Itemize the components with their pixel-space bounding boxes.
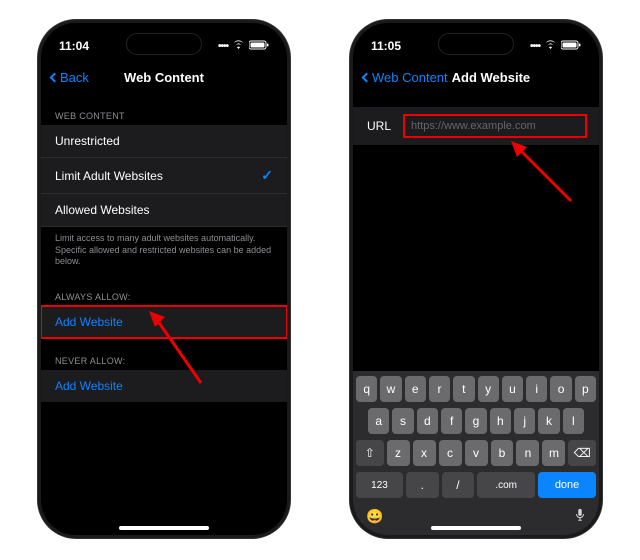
checkmark-icon: ✓ [261, 167, 273, 184]
key-b[interactable]: b [491, 440, 514, 466]
key-h[interactable]: h [490, 408, 511, 434]
status-time: 11:05 [371, 39, 401, 53]
section-header-never: NEVER ALLOW: [41, 338, 287, 370]
key-done[interactable]: done [538, 472, 596, 498]
key-n[interactable]: n [516, 440, 539, 466]
home-indicator[interactable] [431, 526, 521, 530]
status-time: 11:04 [59, 39, 89, 53]
url-label: URL [367, 119, 391, 133]
nav-bar: Web Content Add Website [353, 61, 599, 93]
home-indicator[interactable] [119, 526, 209, 530]
key-q[interactable]: q [356, 376, 377, 402]
keyboard-row-3: ⇧ z x c v b n m ⌫ [356, 440, 596, 466]
option-limit-adult[interactable]: Limit Adult Websites ✓ [41, 158, 287, 194]
key-numbers[interactable]: 123 [356, 472, 403, 498]
section-header-always: ALWAYS ALLOW: [41, 274, 287, 306]
key-u[interactable]: u [502, 376, 523, 402]
signal-icon: •••• [218, 41, 228, 52]
annotation-arrow [503, 133, 583, 213]
key-slash[interactable]: / [442, 472, 475, 498]
key-y[interactable]: y [478, 376, 499, 402]
dictation-button[interactable] [574, 508, 586, 527]
key-a[interactable]: a [368, 408, 389, 434]
add-website-always[interactable]: Add Website [41, 306, 287, 338]
page-title: Web Content [124, 70, 204, 85]
wifi-icon [232, 40, 245, 53]
key-backspace[interactable]: ⌫ [568, 440, 596, 466]
key-l[interactable]: l [563, 408, 584, 434]
key-v[interactable]: v [465, 440, 488, 466]
dynamic-island [126, 33, 202, 55]
key-i[interactable]: i [526, 376, 547, 402]
key-p[interactable]: p [575, 376, 596, 402]
option-unrestricted[interactable]: Unrestricted [41, 125, 287, 158]
key-c[interactable]: c [439, 440, 462, 466]
key-dotcom[interactable]: .com [477, 472, 535, 498]
content: URL [353, 107, 599, 145]
key-m[interactable]: m [542, 440, 565, 466]
url-row: URL [353, 107, 599, 145]
signal-icon: •••• [530, 41, 540, 52]
dynamic-island [438, 33, 514, 55]
key-w[interactable]: w [380, 376, 401, 402]
key-period[interactable]: . [406, 472, 439, 498]
content: WEB CONTENT Unrestricted Limit Adult Web… [41, 93, 287, 402]
add-website-never[interactable]: Add Website [41, 370, 287, 402]
key-t[interactable]: t [453, 376, 474, 402]
option-allowed-only[interactable]: Allowed Websites [41, 194, 287, 227]
emoji-button[interactable]: 😀 [366, 508, 383, 527]
back-label: Web Content [372, 70, 448, 85]
back-button[interactable]: Web Content [363, 70, 448, 85]
status-indicators: •••• [218, 40, 269, 53]
page-title: Add Website [452, 70, 531, 85]
keyboard-bottom: 😀 [356, 504, 596, 527]
key-z[interactable]: z [387, 440, 410, 466]
key-j[interactable]: j [514, 408, 535, 434]
keyboard-row-1: q w e r t y u i o p [356, 376, 596, 402]
key-shift[interactable]: ⇧ [356, 440, 384, 466]
key-g[interactable]: g [465, 408, 486, 434]
battery-icon [561, 40, 581, 53]
key-o[interactable]: o [550, 376, 571, 402]
key-k[interactable]: k [538, 408, 559, 434]
key-x[interactable]: x [413, 440, 436, 466]
key-e[interactable]: e [405, 376, 426, 402]
section-header-webcontent: WEB CONTENT [41, 93, 287, 125]
chevron-left-icon [50, 72, 60, 82]
key-s[interactable]: s [392, 408, 413, 434]
keyboard: q w e r t y u i o p a s d f g h j k l ⇧ … [353, 371, 599, 535]
url-input[interactable] [405, 116, 585, 136]
battery-icon [249, 40, 269, 53]
chevron-left-icon [362, 72, 372, 82]
wifi-icon [544, 40, 557, 53]
phone-left: 11:04 •••• Back Web Content WEB CONTENT … [38, 20, 290, 538]
keyboard-row-2: a s d f g h j k l [356, 408, 596, 434]
nav-bar: Back Web Content [41, 61, 287, 93]
key-f[interactable]: f [441, 408, 462, 434]
key-r[interactable]: r [429, 376, 450, 402]
section-footer: Limit access to many adult websites auto… [41, 227, 287, 274]
phone-right: 11:05 •••• Web Content Add Website URL q [350, 20, 602, 538]
key-d[interactable]: d [417, 408, 438, 434]
back-button[interactable]: Back [51, 70, 89, 85]
keyboard-row-4: 123 . / .com done [356, 472, 596, 498]
status-indicators: •••• [530, 40, 581, 53]
back-label: Back [60, 70, 89, 85]
